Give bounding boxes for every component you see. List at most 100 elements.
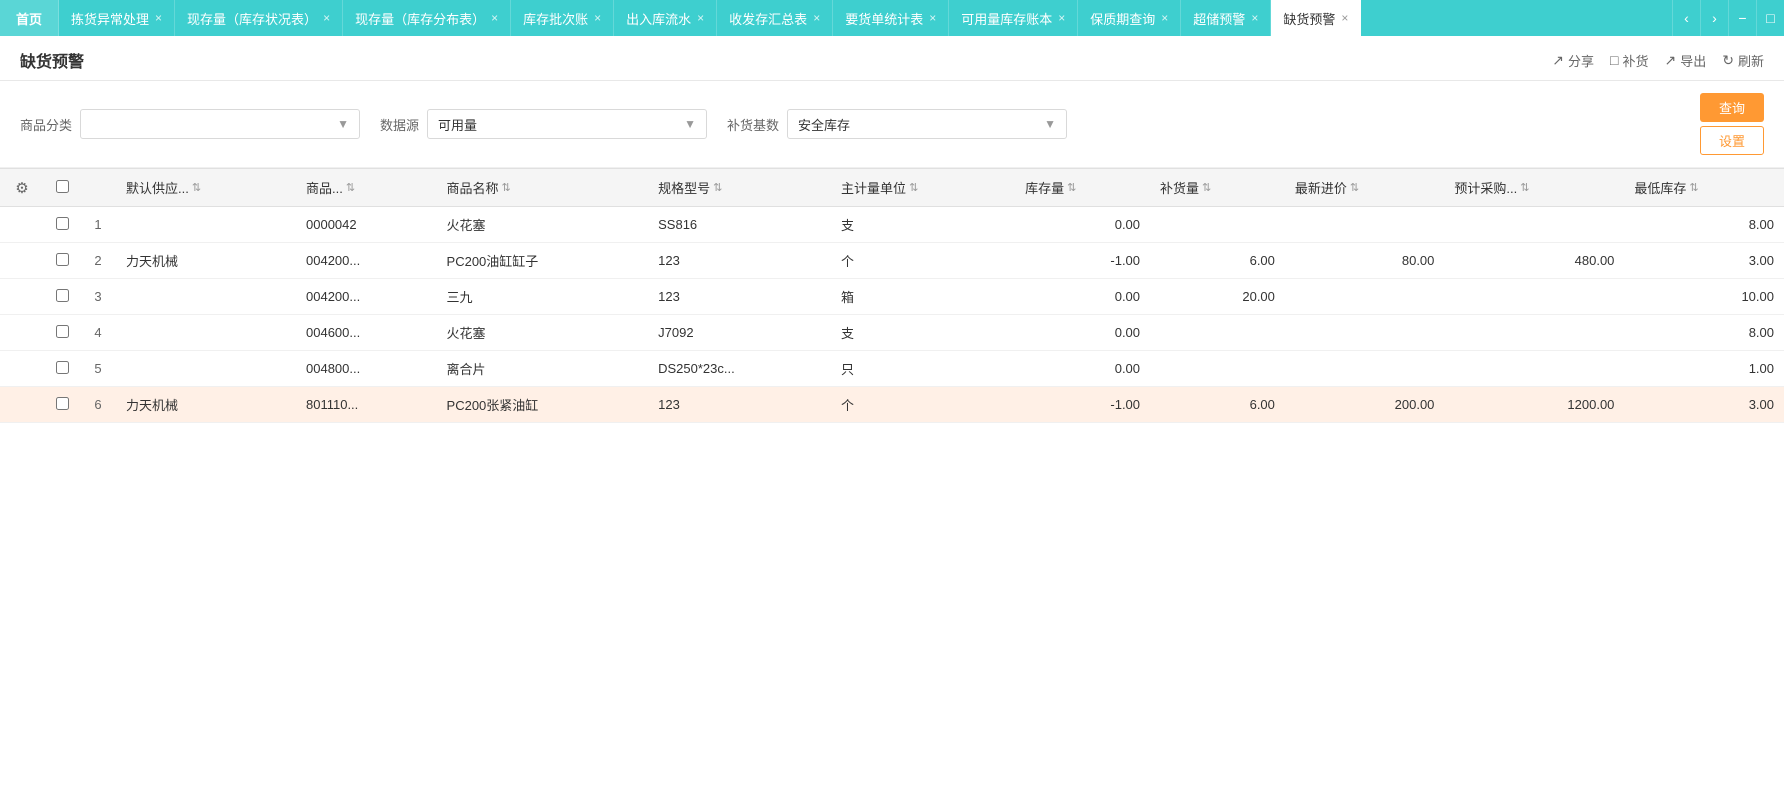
col-spec[interactable]: 规格型号 ⇅ xyxy=(648,169,831,207)
tab-1[interactable]: 拣货异常处理 × xyxy=(59,0,175,36)
row-min-stock-cell: 10.00 xyxy=(1624,279,1784,315)
tab-6[interactable]: 收发存汇总表 × xyxy=(717,0,833,36)
close-tab-9[interactable]: × xyxy=(1161,11,1168,25)
sort-spec-icon: ⇅ xyxy=(713,181,722,194)
row-min-stock-cell: 3.00 xyxy=(1624,387,1784,423)
row-latest-price-cell xyxy=(1285,315,1445,351)
replenish-filter-group: 补货基数 安全库存 ▼ xyxy=(727,109,1067,139)
select-all-checkbox[interactable] xyxy=(56,180,69,193)
category-label: 商品分类 xyxy=(20,115,72,134)
tab-4[interactable]: 库存批次账 × xyxy=(511,0,614,36)
tab-9[interactable]: 保质期查询 × xyxy=(1078,0,1181,36)
col-stock[interactable]: 库存量 ⇅ xyxy=(1015,169,1150,207)
row-supplier-cell xyxy=(116,315,296,351)
sort-unit-icon: ⇅ xyxy=(909,181,918,194)
row-est-purchase-cell xyxy=(1444,351,1624,387)
row-spec-cell: J7092 xyxy=(648,315,831,351)
close-tab-7[interactable]: × xyxy=(929,11,936,25)
tab-7[interactable]: 要货单统计表 × xyxy=(833,0,949,36)
row-num-cell: 4 xyxy=(80,315,116,351)
data-table: ⚙ 默认供应... ⇅ 商品... xyxy=(0,168,1784,423)
row-code-cell: 0000042 xyxy=(296,207,437,243)
tab-2[interactable]: 现存量（库存状况表） × xyxy=(175,0,343,36)
col-latest-price[interactable]: 最新进价 ⇅ xyxy=(1285,169,1445,207)
close-tab-11[interactable]: × xyxy=(1341,11,1348,25)
close-tab-4[interactable]: × xyxy=(594,11,601,25)
tab-5[interactable]: 出入库流水 × xyxy=(614,0,717,36)
tab-3[interactable]: 现存量（库存分布表） × xyxy=(343,0,511,36)
row-checkbox-5[interactable] xyxy=(56,397,69,410)
export-button[interactable]: ↗ 导出 xyxy=(1665,51,1707,70)
header-actions: ↗ 分享 □ 补货 ↗ 导出 ↻ 刷新 xyxy=(1552,51,1764,70)
table-row: 4 004600... 火花塞 J7092 支 0.00 8.00 xyxy=(0,315,1784,351)
settings-button[interactable]: 设置 xyxy=(1700,126,1764,155)
settings-gear-icon[interactable]: ⚙ xyxy=(15,180,28,197)
category-filter-group: 商品分类 ▼ xyxy=(20,109,360,139)
query-button[interactable]: 查询 xyxy=(1700,93,1764,122)
row-gear-cell xyxy=(0,351,44,387)
row-stock-cell: 0.00 xyxy=(1015,279,1150,315)
row-latest-price-cell: 200.00 xyxy=(1285,387,1445,423)
tab-10[interactable]: 超储预警 × xyxy=(1181,0,1271,36)
row-check-cell xyxy=(44,243,80,279)
table-row: 3 004200... 三九 123 箱 0.00 20.00 10.00 xyxy=(0,279,1784,315)
tab-nav-buttons: ‹ › − □ xyxy=(1672,0,1784,36)
row-num-cell: 6 xyxy=(80,387,116,423)
replenish-select[interactable]: 安全库存 ▼ xyxy=(787,109,1067,139)
refresh-button[interactable]: ↻ 刷新 xyxy=(1722,51,1764,70)
page-title: 缺货预警 xyxy=(20,48,84,72)
row-checkbox-2[interactable] xyxy=(56,289,69,302)
tab-minimize[interactable]: − xyxy=(1728,0,1756,36)
tab-scroll-right[interactable]: › xyxy=(1700,0,1728,36)
close-tab-5[interactable]: × xyxy=(697,11,704,25)
share-button[interactable]: ↗ 分享 xyxy=(1552,51,1594,70)
col-est-purchase[interactable]: 预计采购... ⇅ xyxy=(1444,169,1624,207)
col-unit[interactable]: 主计量单位 ⇅ xyxy=(831,169,1015,207)
category-select[interactable]: ▼ xyxy=(80,109,360,139)
row-min-stock-cell: 3.00 xyxy=(1624,243,1784,279)
replenish-label: 补货基数 xyxy=(727,115,779,134)
tab-maximize[interactable]: □ xyxy=(1756,0,1784,36)
row-latest-price-cell: 80.00 xyxy=(1285,243,1445,279)
col-min-stock[interactable]: 最低库存 ⇅ xyxy=(1624,169,1784,207)
row-spec-cell: SS816 xyxy=(648,207,831,243)
row-checkbox-3[interactable] xyxy=(56,325,69,338)
row-spec-cell: 123 xyxy=(648,243,831,279)
replenish-icon: □ xyxy=(1610,52,1618,68)
close-tab-10[interactable]: × xyxy=(1251,11,1258,25)
col-replenish[interactable]: 补货量 ⇅ xyxy=(1150,169,1285,207)
close-tab-2[interactable]: × xyxy=(323,11,330,25)
col-code[interactable]: 商品... ⇅ xyxy=(296,169,437,207)
row-gear-cell xyxy=(0,387,44,423)
row-checkbox-1[interactable] xyxy=(56,253,69,266)
close-tab-3[interactable]: × xyxy=(491,11,498,25)
replenish-value: 安全库存 xyxy=(798,115,850,134)
close-tab-8[interactable]: × xyxy=(1058,11,1065,25)
row-checkbox-0[interactable] xyxy=(56,217,69,230)
row-checkbox-4[interactable] xyxy=(56,361,69,374)
close-tab-6[interactable]: × xyxy=(813,11,820,25)
row-est-purchase-cell xyxy=(1444,279,1624,315)
replenish-chevron-icon: ▼ xyxy=(1044,117,1056,131)
filter-actions: 查询 设置 xyxy=(1700,93,1764,155)
tab-scroll-left[interactable]: ‹ xyxy=(1672,0,1700,36)
tab-8[interactable]: 可用量库存账本 × xyxy=(949,0,1078,36)
tab-11[interactable]: 缺货预警 × xyxy=(1271,0,1361,36)
datasource-filter-group: 数据源 可用量 ▼ xyxy=(380,109,707,139)
row-replenish-cell: 6.00 xyxy=(1150,243,1285,279)
row-check-cell xyxy=(44,279,80,315)
col-name[interactable]: 商品名称 ⇅ xyxy=(437,169,649,207)
row-unit-cell: 支 xyxy=(831,315,1015,351)
row-code-cell: 004800... xyxy=(296,351,437,387)
col-supplier[interactable]: 默认供应... ⇅ xyxy=(116,169,296,207)
col-row-num xyxy=(80,169,116,207)
row-check-cell xyxy=(44,315,80,351)
sort-name-icon: ⇅ xyxy=(502,181,511,194)
tab-home[interactable]: 首页 xyxy=(0,0,59,36)
datasource-select[interactable]: 可用量 ▼ xyxy=(427,109,707,139)
replenish-button[interactable]: □ 补货 xyxy=(1610,51,1648,70)
row-name-cell: 离合片 xyxy=(437,351,649,387)
close-tab-1[interactable]: × xyxy=(155,11,162,25)
row-replenish-cell xyxy=(1150,207,1285,243)
export-icon: ↗ xyxy=(1665,52,1677,69)
